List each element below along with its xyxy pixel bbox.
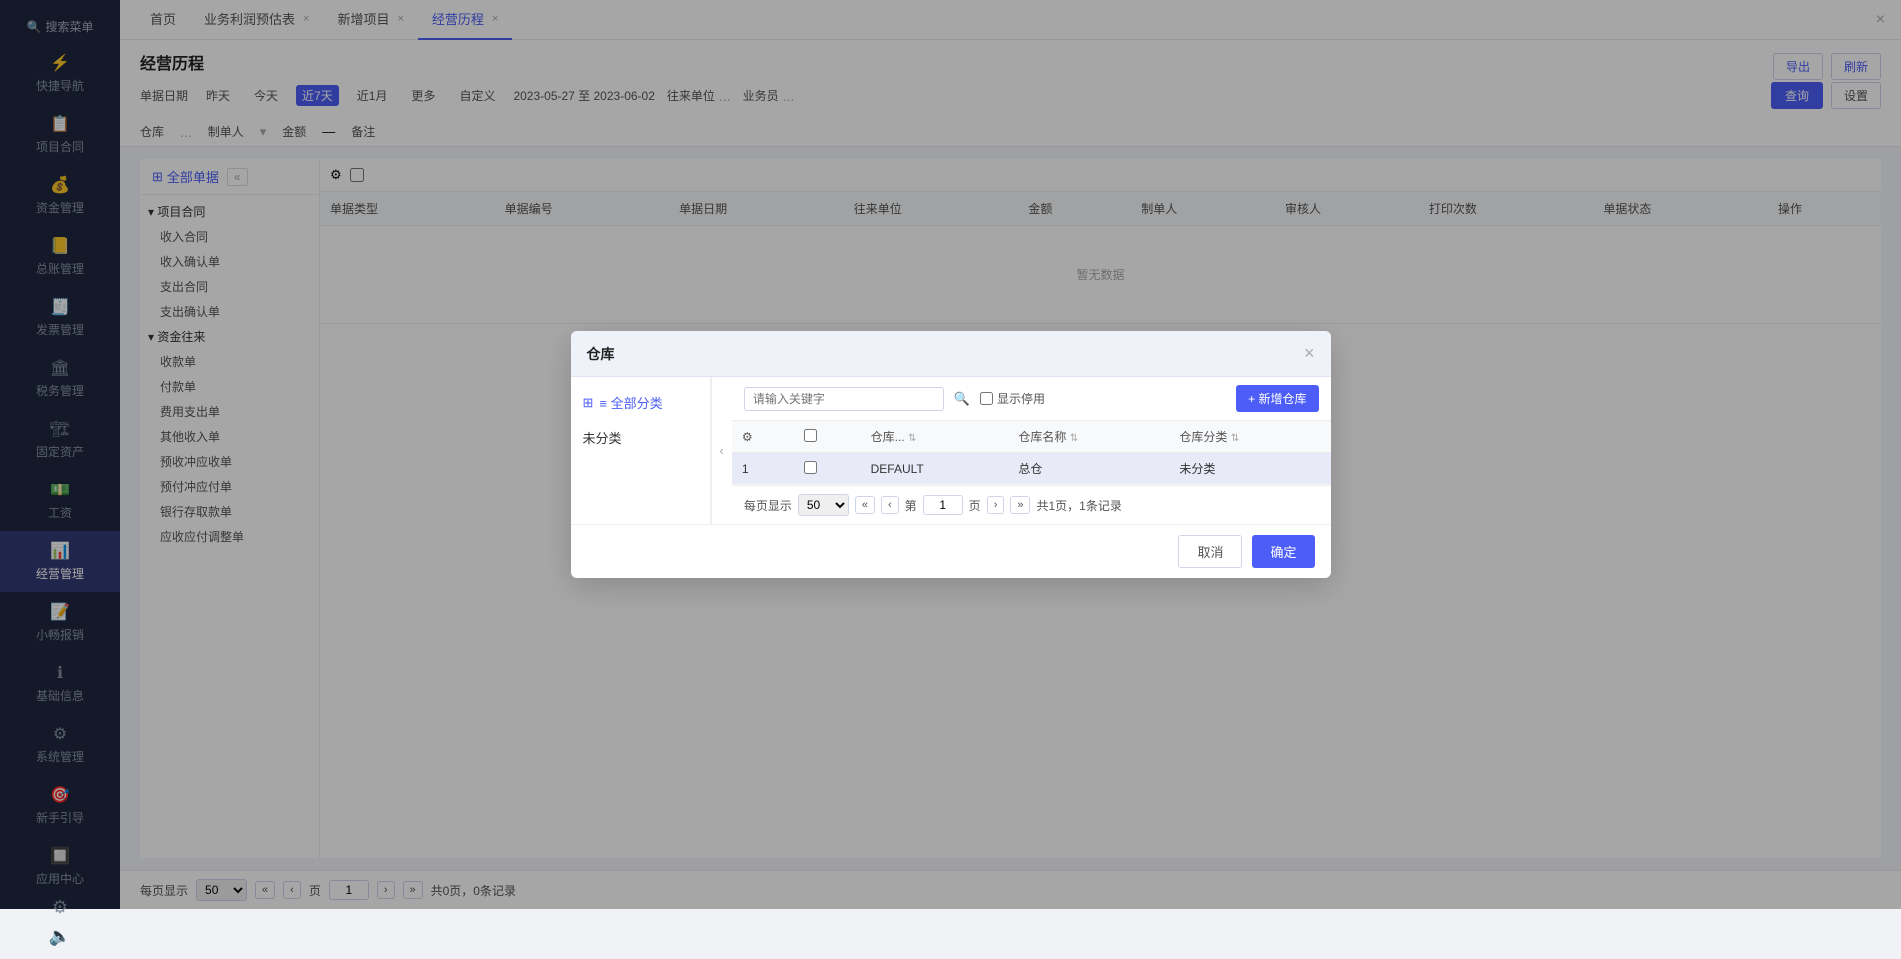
modal-per-page-label: 每页显示 xyxy=(744,497,792,514)
modal-pagination: 每页显示 50 100 « ‹ 第 页 › » 共1页，1条记录 xyxy=(732,485,1331,524)
modal-close-button[interactable]: × xyxy=(1304,343,1315,364)
modal-next-page[interactable]: › xyxy=(987,496,1005,514)
modal-table-container: ⚙ 仓库... ⇅ 仓库名称 ⇅ xyxy=(732,421,1331,485)
modal-toolbar: 🔍 显示停用 + 新增仓库 xyxy=(732,377,1331,421)
modal-page-unit: 页 xyxy=(969,497,981,514)
modal-total-info: 共1页，1条记录 xyxy=(1036,497,1121,514)
modal-search-icon[interactable]: 🔍 xyxy=(954,391,970,407)
sort-category-icon[interactable]: ⇅ xyxy=(1231,433,1239,444)
modal-table: ⚙ 仓库... ⇅ 仓库名称 ⇅ xyxy=(732,421,1331,485)
modal-header: 仓库 × xyxy=(571,331,1331,377)
modal-sidebar-collapse[interactable]: ‹ xyxy=(711,377,732,524)
modal-last-page[interactable]: » xyxy=(1010,496,1030,514)
modal-col-name: 仓库名称 ⇅ xyxy=(1008,421,1169,453)
modal-sidebar: ⊞ ≡ 全部分类 未分类 xyxy=(571,377,711,524)
add-warehouse-button[interactable]: + 新增仓库 xyxy=(1236,385,1318,412)
modal-page-input[interactable] xyxy=(923,495,963,515)
cancel-button[interactable]: 取消 xyxy=(1178,535,1242,568)
warehouse-modal: 仓库 × ⊞ ≡ 全部分类 未分类 ‹ 🔍 xyxy=(571,331,1331,578)
show-disabled-label[interactable]: 显示停用 xyxy=(980,390,1045,407)
modal-title: 仓库 xyxy=(587,344,615,364)
modal-search-input[interactable] xyxy=(744,387,944,411)
modal-sidebar-uncategorized[interactable]: 未分类 xyxy=(571,420,710,455)
row-checkbox[interactable] xyxy=(794,453,861,485)
row-name: 总仓 xyxy=(1008,453,1169,485)
modal-sidebar-all[interactable]: ⊞ ≡ 全部分类 xyxy=(571,385,710,420)
row-category: 未分类 xyxy=(1169,453,1330,485)
modal-actions: 取消 确定 xyxy=(571,524,1331,578)
row-num: 1 xyxy=(732,453,794,485)
volume-icon[interactable]: 🔈 xyxy=(49,926,71,947)
modal-page-label: 第 xyxy=(905,497,917,514)
modal-select-all[interactable] xyxy=(804,429,817,442)
show-disabled-checkbox[interactable] xyxy=(980,392,993,405)
modal-main: 🔍 显示停用 + 新增仓库 ⚙ xyxy=(732,377,1331,524)
modal-col-checkbox xyxy=(794,421,861,453)
modal-overlay: 仓库 × ⊞ ≡ 全部分类 未分类 ‹ 🔍 xyxy=(0,0,1901,909)
table-row[interactable]: 1 DEFAULT 总仓 未分类 xyxy=(732,453,1331,485)
sort-name-icon[interactable]: ⇅ xyxy=(1070,433,1078,444)
sort-code-icon[interactable]: ⇅ xyxy=(908,433,916,444)
confirm-button[interactable]: 确定 xyxy=(1252,535,1314,568)
modal-body: ⊞ ≡ 全部分类 未分类 ‹ 🔍 显示停用 + 新增仓库 xyxy=(571,377,1331,524)
modal-col-settings[interactable]: ⚙ xyxy=(732,421,794,453)
modal-per-page-select[interactable]: 50 100 xyxy=(798,494,849,516)
modal-col-category: 仓库分类 ⇅ xyxy=(1169,421,1330,453)
modal-first-page[interactable]: « xyxy=(855,496,875,514)
row-code: DEFAULT xyxy=(861,453,1009,485)
modal-col-code: 仓库... ⇅ xyxy=(861,421,1009,453)
grid2-icon: ⊞ xyxy=(583,395,594,411)
modal-prev-page[interactable]: ‹ xyxy=(881,496,899,514)
